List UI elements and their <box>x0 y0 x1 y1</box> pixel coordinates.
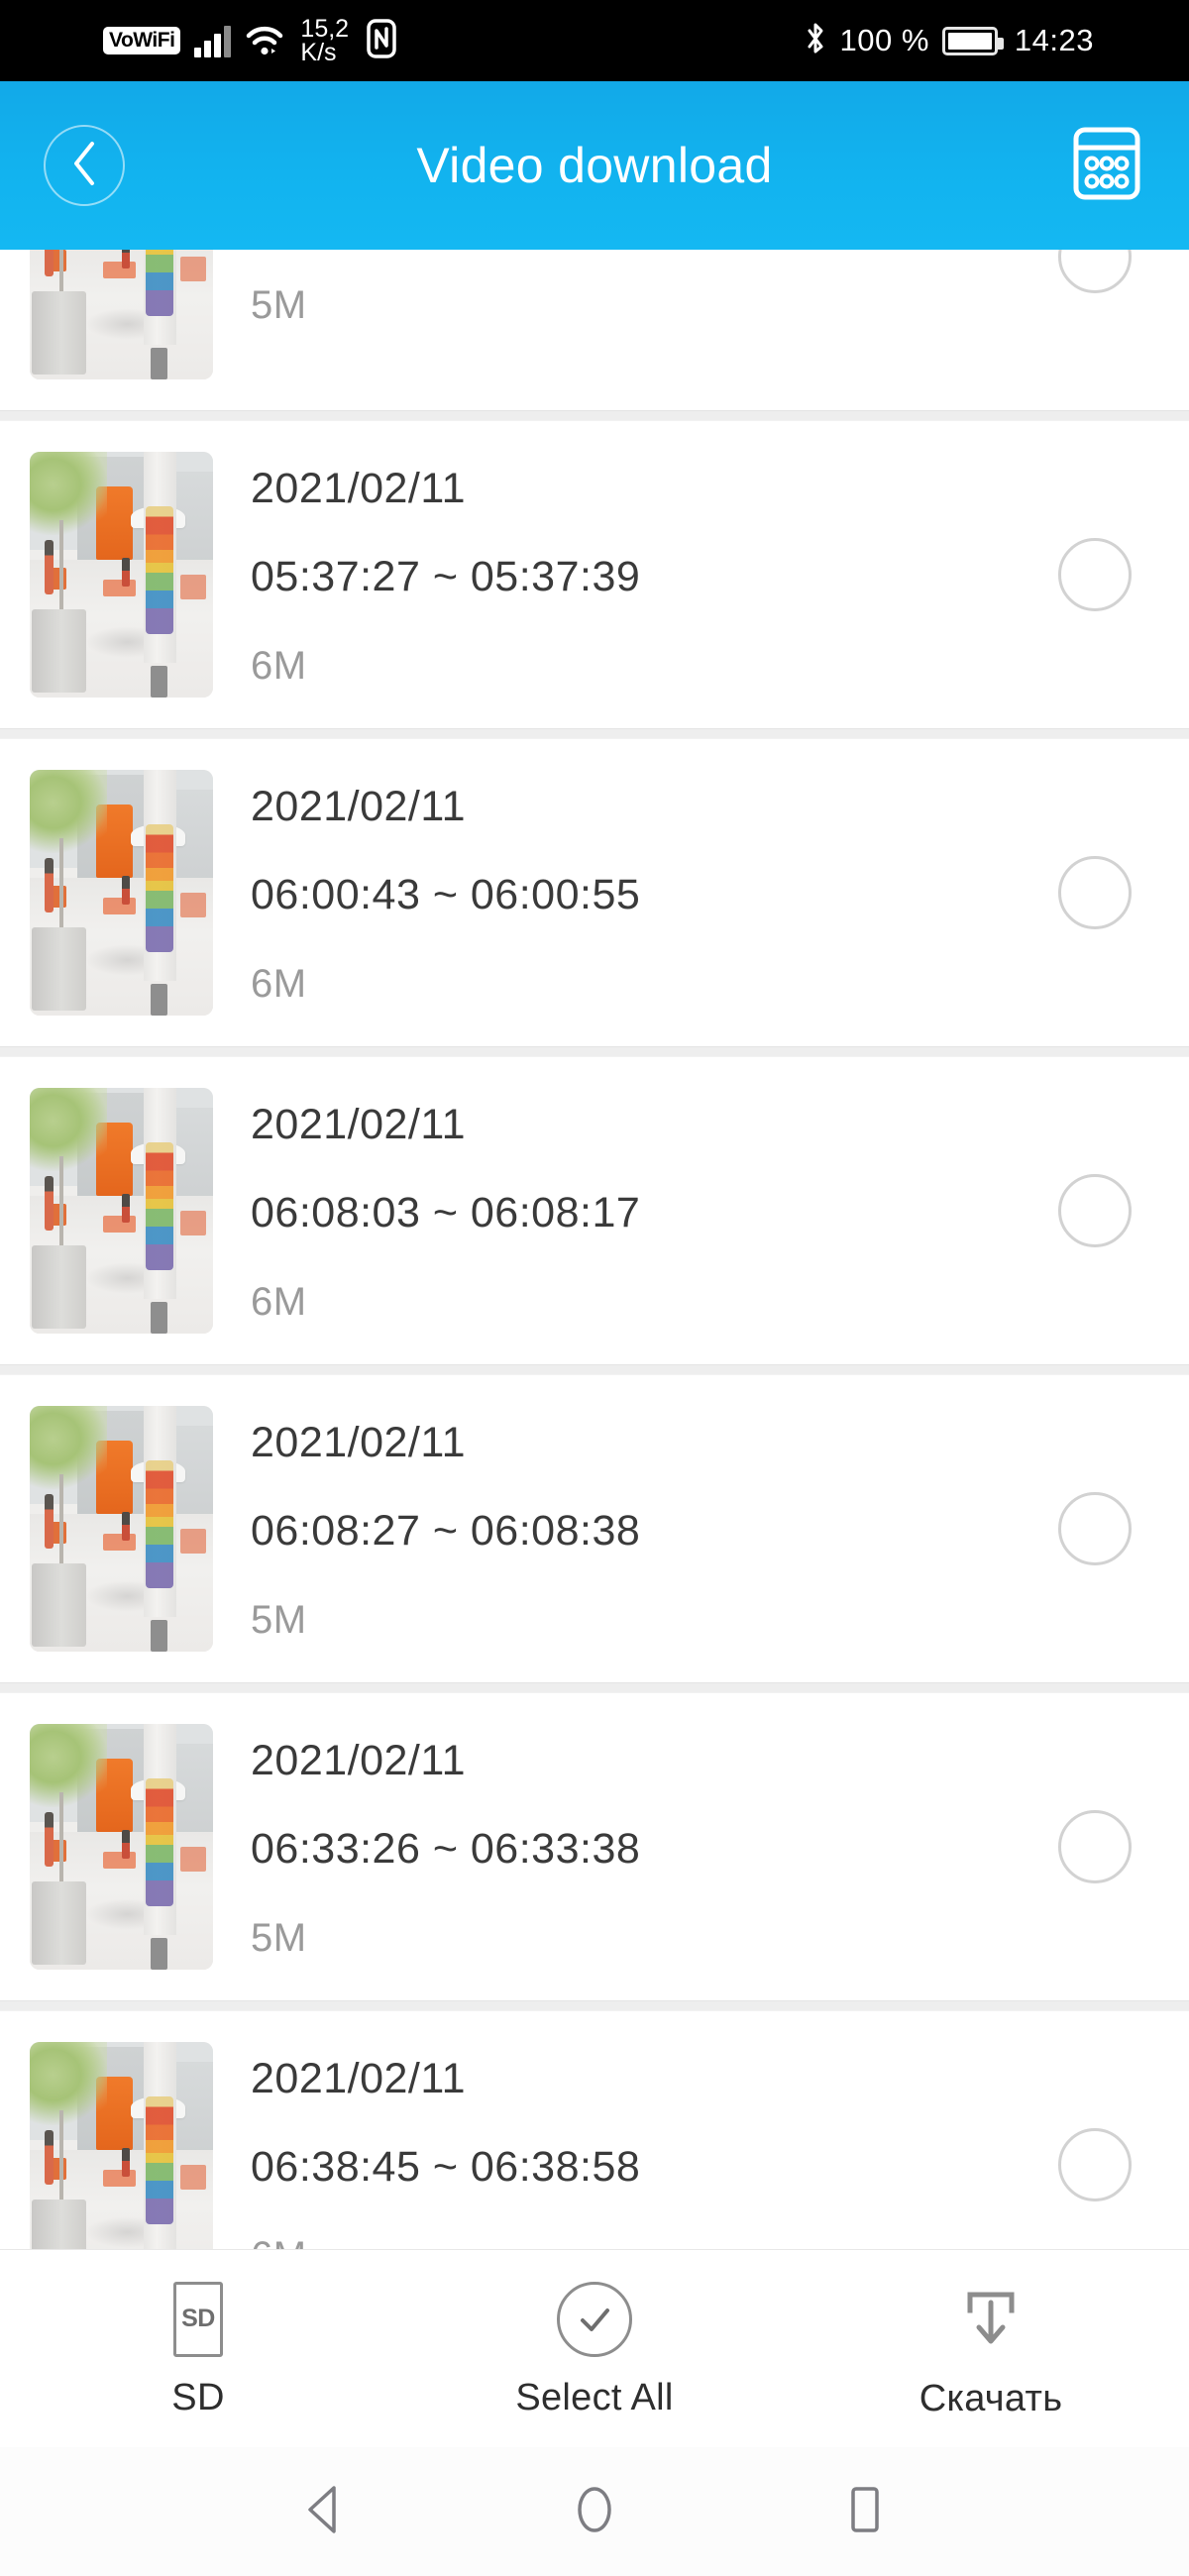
video-item-checkbox[interactable] <box>1058 250 1132 293</box>
vowifi-badge: VoWiFi <box>103 27 181 54</box>
video-item-checkbox[interactable] <box>1058 856 1132 929</box>
video-list-item[interactable]: 2021/02/11 06:33:26 ~ 06:33:38 5M <box>0 1693 1189 2000</box>
status-bar-right-icons: 100 % 14:23 <box>804 20 1094 62</box>
video-item-meta: 2021/02/11 06:38:45 ~ 06:38:58 6M <box>251 2042 1058 2250</box>
nav-recents-button[interactable] <box>829 2476 901 2547</box>
nav-home-circle-icon <box>569 2482 620 2542</box>
video-item-checkbox[interactable] <box>1058 538 1132 611</box>
status-bar: VoWiFi 15,2 K/s 100 % 14:23 <box>0 0 1189 81</box>
battery-icon <box>941 26 1004 55</box>
bluetooth-icon <box>804 20 827 62</box>
nav-recents-square-icon <box>839 2482 891 2542</box>
video-item-meta: 2021/02/11 06:33:26 ~ 06:33:38 5M <box>251 1724 1058 1970</box>
sd-button-label: SD <box>171 2376 225 2418</box>
video-thumbnail[interactable] <box>30 1088 213 1334</box>
download-button[interactable]: Скачать <box>793 2281 1189 2417</box>
video-item-checkbox[interactable] <box>1058 1174 1132 1247</box>
list-separator <box>0 1046 1189 1057</box>
video-item-meta: 2021/02/11 05:37:27 ~ 05:37:39 6M <box>251 452 1058 698</box>
video-item-size: 6M <box>251 2236 1058 2249</box>
wifi-icon <box>245 24 284 57</box>
video-item-date: 2021/02/11 <box>251 2055 467 2102</box>
video-list-item[interactable]: 5M <box>0 250 1189 410</box>
chevron-left-icon <box>67 139 101 193</box>
video-list-item[interactable]: 2021/02/11 06:38:45 ~ 06:38:58 6M <box>0 2011 1189 2249</box>
video-list[interactable]: 5M 2021/02/11 05:37:27 ~ 05:37:39 6M 2021/02… <box>0 250 1189 2249</box>
check-circle-icon <box>557 2281 632 2357</box>
video-item-time-range: 06:33:26 ~ 06:33:38 <box>251 1825 641 1873</box>
video-item-meta: 5M <box>251 250 1058 379</box>
video-item-meta: 2021/02/11 06:08:03 ~ 06:08:17 6M <box>251 1088 1058 1334</box>
video-item-meta: 2021/02/11 06:08:27 ~ 06:08:38 5M <box>251 1406 1058 1652</box>
video-item-time-range: 06:08:27 ~ 06:08:38 <box>251 1507 641 1555</box>
nav-home-button[interactable] <box>559 2476 630 2547</box>
video-thumbnail[interactable] <box>30 250 213 379</box>
video-list-item[interactable]: 2021/02/11 06:00:43 ~ 06:00:55 6M <box>0 739 1189 1046</box>
nav-back-button[interactable] <box>288 2476 360 2547</box>
video-item-size: 5M <box>251 1916 307 1960</box>
list-separator <box>0 1682 1189 1693</box>
video-item-size: 6M <box>251 962 307 1006</box>
page-title: Video download <box>416 138 773 193</box>
thumbnail-scene <box>30 1088 213 1334</box>
list-separator <box>0 410 1189 421</box>
video-thumbnail[interactable] <box>30 770 213 1016</box>
select-all-label: Select All <box>515 2376 674 2418</box>
list-separator <box>0 2000 1189 2011</box>
video-thumbnail[interactable] <box>30 1724 213 1970</box>
battery-percent-label: 100 % <box>839 23 929 57</box>
video-thumbnail[interactable] <box>30 2042 213 2249</box>
download-button-label: Скачать <box>919 2377 1063 2419</box>
video-item-size: 5M <box>251 283 307 327</box>
clock-label: 14:23 <box>1014 23 1094 57</box>
network-speed-unit: K/s <box>300 39 337 66</box>
cellular-signal-icon <box>194 24 232 57</box>
thumbnail-scene <box>30 770 213 1016</box>
thumbnail-scene <box>30 2042 213 2249</box>
video-item-date: 2021/02/11 <box>251 1737 467 1784</box>
nav-back-triangle-icon <box>298 2482 350 2542</box>
video-item-date: 2021/02/11 <box>251 465 467 512</box>
video-list-item[interactable]: 2021/02/11 06:08:03 ~ 06:08:17 6M <box>0 1057 1189 1364</box>
video-item-date: 2021/02/11 <box>251 1419 467 1466</box>
video-item-meta: 2021/02/11 06:00:43 ~ 06:00:55 6M <box>251 770 1058 1016</box>
nfc-icon <box>367 18 396 63</box>
sd-card-icon: SD <box>173 2281 223 2357</box>
video-item-date: 2021/02/11 <box>251 783 467 830</box>
video-list-item[interactable]: 2021/02/11 06:08:27 ~ 06:08:38 5M <box>0 1375 1189 1682</box>
video-item-checkbox[interactable] <box>1058 2128 1132 2201</box>
video-item-time-range: 06:00:43 ~ 06:00:55 <box>251 871 641 918</box>
bottom-toolbar: SD SD Select All Скачать <box>0 2249 1189 2447</box>
select-all-button[interactable]: Select All <box>396 2281 793 2418</box>
back-button[interactable] <box>44 125 125 206</box>
video-item-size: 5M <box>251 1598 307 1642</box>
thumbnail-scene <box>30 250 213 379</box>
app-root: VoWiFi 15,2 K/s 100 % 14:23 Video downlo… <box>0 0 1189 2576</box>
app-header: Video download <box>0 81 1189 250</box>
video-item-date: 2021/02/11 <box>251 1101 467 1148</box>
sd-button[interactable]: SD SD <box>0 2281 396 2418</box>
video-item-time-range: 06:08:03 ~ 06:08:17 <box>251 1189 641 1236</box>
video-list-item[interactable]: 2021/02/11 05:37:27 ~ 05:37:39 6M <box>0 421 1189 728</box>
video-item-checkbox[interactable] <box>1058 1810 1132 1883</box>
network-speed: 15,2 K/s <box>300 14 350 66</box>
video-thumbnail[interactable] <box>30 1406 213 1652</box>
video-item-size: 6M <box>251 1280 307 1324</box>
calendar-button[interactable] <box>1068 127 1145 204</box>
list-separator <box>0 728 1189 739</box>
network-speed-value: 15,2 <box>300 14 350 43</box>
download-arrow-icon <box>952 2281 1029 2358</box>
video-item-size: 6M <box>251 644 307 688</box>
status-bar-left-icons: VoWiFi 15,2 K/s <box>103 14 396 66</box>
video-item-time-range: 06:38:45 ~ 06:38:58 <box>251 2143 641 2191</box>
video-item-checkbox[interactable] <box>1058 1492 1132 1565</box>
calendar-icon <box>1072 126 1141 206</box>
video-thumbnail[interactable] <box>30 452 213 698</box>
thumbnail-scene <box>30 1406 213 1652</box>
android-nav-bar <box>0 2447 1189 2576</box>
thumbnail-scene <box>30 452 213 698</box>
list-separator <box>0 1364 1189 1375</box>
thumbnail-scene <box>30 1724 213 1970</box>
video-item-time-range: 05:37:27 ~ 05:37:39 <box>251 553 641 600</box>
